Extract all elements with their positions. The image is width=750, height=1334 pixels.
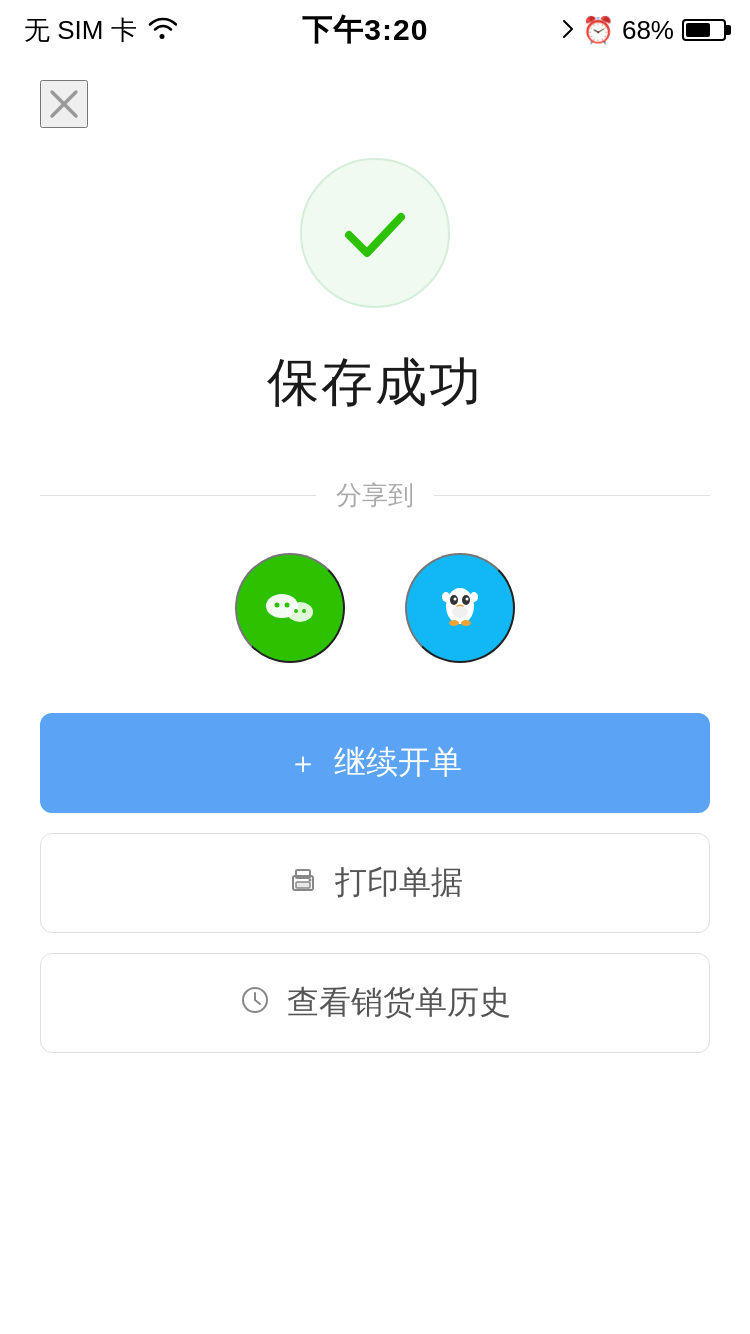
svg-point-22 (309, 878, 312, 881)
printer-icon (287, 864, 319, 896)
history-button[interactable]: 查看销货单历史 (40, 953, 710, 1053)
svg-point-16 (461, 620, 471, 626)
svg-point-4 (275, 603, 280, 608)
history-label: 查看销货单历史 (287, 981, 511, 1025)
continue-label: 继续开单 (334, 741, 462, 785)
share-label: 分享到 (336, 478, 414, 513)
location-icon (554, 15, 574, 46)
divider-right (434, 495, 710, 496)
share-icons-row (235, 553, 515, 663)
success-title: 保存成功 (267, 348, 483, 418)
alarm-icon: ⏰ (582, 15, 614, 46)
battery-icon (682, 19, 726, 41)
main-content: 保存成功 分享到 (0, 60, 750, 1093)
checkmark-icon (335, 193, 415, 273)
plus-icon: ＋ (288, 743, 318, 784)
wechat-share-button[interactable] (235, 553, 345, 663)
no-sim-text: 无 SIM 卡 (24, 13, 137, 48)
wechat-icon (258, 576, 322, 640)
svg-point-18 (470, 592, 478, 602)
action-buttons: ＋ 继续开单 打印单据 查看销货单历史 (40, 713, 710, 1053)
print-icon (287, 864, 319, 903)
svg-point-15 (449, 620, 459, 626)
wifi-icon (147, 15, 177, 46)
status-bar: 无 SIM 卡 下午3:20 ⏰ 68% (0, 0, 750, 60)
svg-point-7 (302, 609, 306, 613)
history-icon (239, 984, 271, 1023)
svg-point-5 (285, 603, 290, 608)
continue-button[interactable]: ＋ 继续开单 (40, 713, 710, 813)
print-button[interactable]: 打印单据 (40, 833, 710, 933)
qq-icon (428, 576, 492, 640)
svg-point-3 (287, 602, 313, 622)
clock-icon (239, 984, 271, 1016)
qq-share-button[interactable] (405, 553, 515, 663)
share-section: 分享到 (40, 478, 710, 663)
success-circle (300, 158, 450, 308)
divider-left (40, 495, 316, 496)
svg-point-14 (452, 606, 468, 618)
status-left: 无 SIM 卡 (24, 13, 177, 48)
close-icon (48, 88, 80, 120)
close-button[interactable] (40, 80, 88, 128)
battery-percent: 68% (622, 15, 674, 46)
svg-point-12 (466, 598, 469, 601)
svg-point-11 (454, 598, 457, 601)
share-divider-row: 分享到 (40, 478, 710, 513)
status-time: 下午3:20 (302, 10, 428, 51)
svg-rect-21 (296, 882, 310, 888)
print-label: 打印单据 (335, 861, 463, 905)
status-right: ⏰ 68% (554, 15, 726, 46)
svg-point-17 (442, 592, 450, 602)
svg-point-6 (294, 609, 298, 613)
